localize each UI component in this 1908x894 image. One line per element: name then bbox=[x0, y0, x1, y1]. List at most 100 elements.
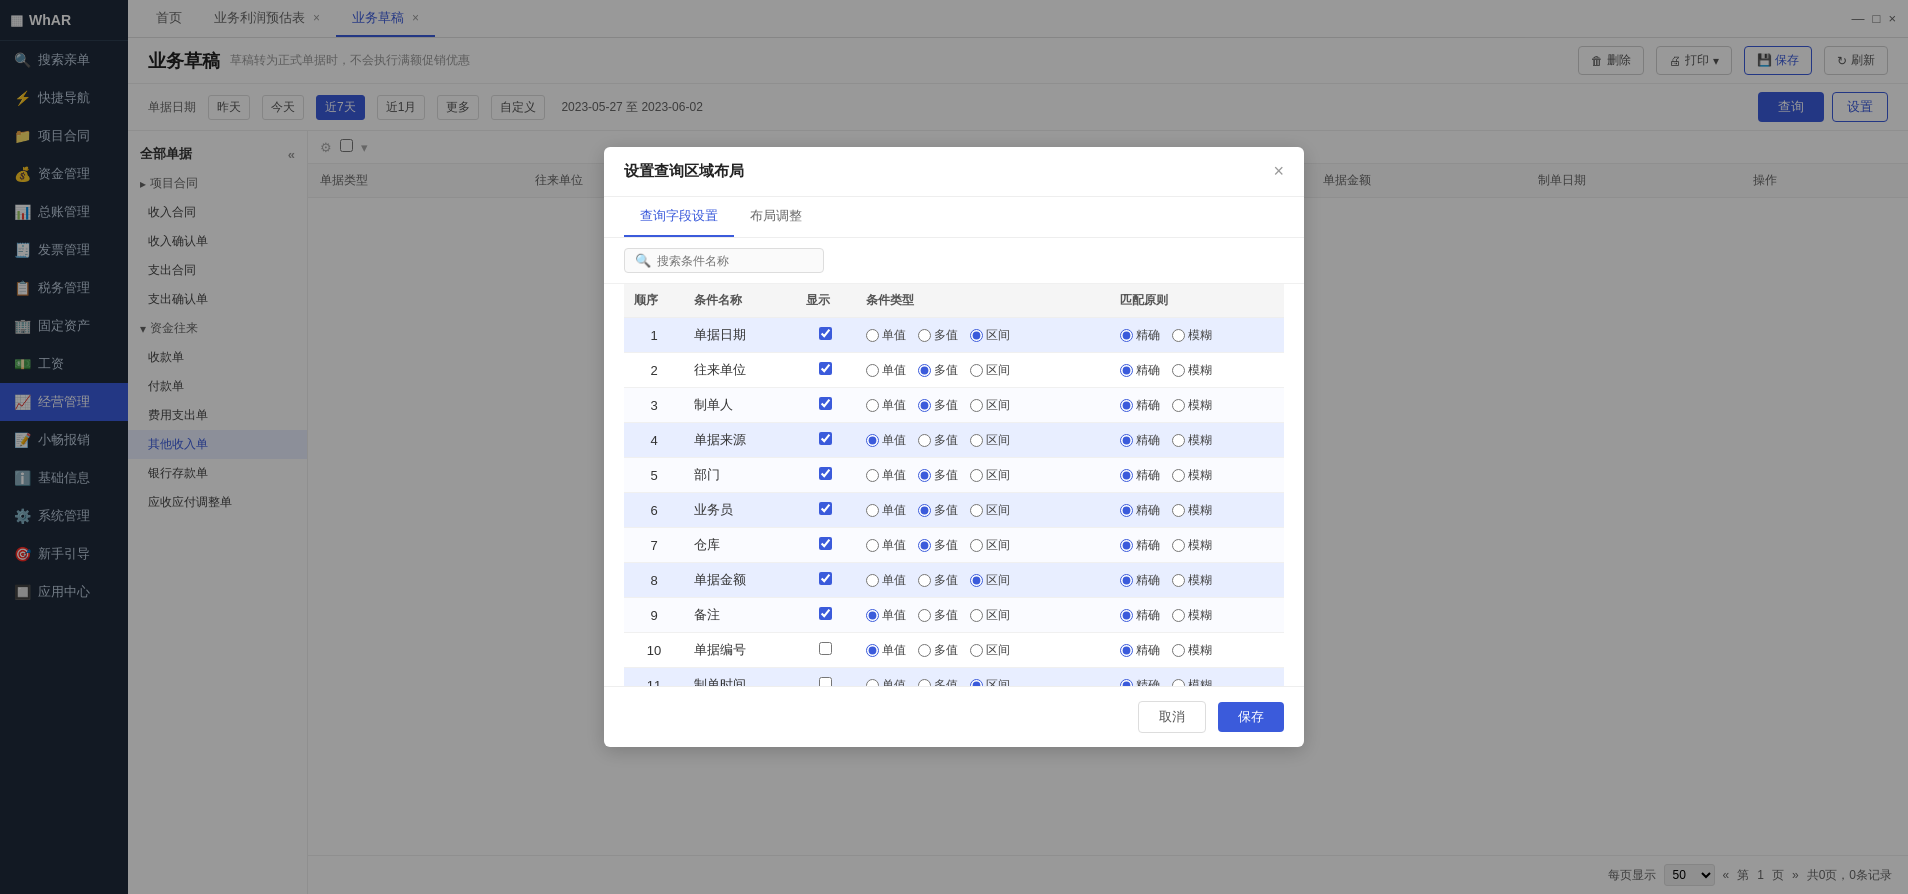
type-radio-区间[interactable]: 区间 bbox=[970, 502, 1010, 519]
match-radio-模糊[interactable]: 模糊 bbox=[1172, 642, 1212, 659]
save-button[interactable]: 保存 bbox=[1218, 702, 1284, 732]
type-radio-多值[interactable]: 多值 bbox=[918, 467, 958, 484]
cancel-button[interactable]: 取消 bbox=[1138, 701, 1206, 733]
type-radio-区间[interactable]: 区间 bbox=[970, 537, 1010, 554]
cell-show bbox=[796, 563, 856, 598]
type-radio-区间[interactable]: 区间 bbox=[970, 432, 1010, 449]
type-radio-单值[interactable]: 单值 bbox=[866, 572, 906, 589]
cell-order: 11 bbox=[624, 668, 684, 687]
table-row: 9备注单值多值区间精确模糊 bbox=[624, 598, 1284, 633]
match-radio-精确[interactable]: 精确 bbox=[1120, 607, 1160, 624]
table-row: 11制单时间 单值 多值 区间 精确 模糊 bbox=[624, 668, 1284, 687]
cell-show bbox=[796, 668, 856, 687]
match-radio-模糊[interactable]: 模糊 bbox=[1172, 397, 1212, 414]
match-radio-精确[interactable]: 精确 bbox=[1120, 327, 1160, 344]
show-checkbox[interactable] bbox=[819, 432, 832, 445]
th-type: 条件类型 bbox=[856, 284, 1110, 318]
type-radio-区间[interactable]: 区间 bbox=[970, 362, 1010, 379]
show-checkbox[interactable] bbox=[819, 572, 832, 585]
type-radio-单值[interactable]: 单值 bbox=[866, 467, 906, 484]
match-radio-精确[interactable]: 精确 bbox=[1120, 467, 1160, 484]
show-checkbox[interactable] bbox=[819, 327, 832, 340]
type-radio-区间[interactable]: 区间 bbox=[970, 327, 1010, 344]
type-radio-多值[interactable]: 多值 bbox=[918, 327, 958, 344]
cell-condition-name: 制单人 bbox=[684, 388, 796, 423]
type-radio-单值[interactable]: 单值 bbox=[866, 432, 906, 449]
match-radio-精确[interactable]: 精确 bbox=[1120, 642, 1160, 659]
show-checkbox[interactable] bbox=[819, 537, 832, 550]
match-radio-模糊[interactable]: 模糊 bbox=[1172, 607, 1212, 624]
match-radio-精确[interactable]: 精确 bbox=[1120, 397, 1160, 414]
dialog-tab-fields[interactable]: 查询字段设置 bbox=[624, 197, 734, 237]
match-radio-模糊[interactable]: 模糊 bbox=[1172, 432, 1212, 449]
match-radio-模糊[interactable]: 模糊 bbox=[1172, 502, 1212, 519]
type-radio-多值[interactable]: 多值 bbox=[918, 607, 958, 624]
type-radio-多值[interactable]: 多值 bbox=[918, 572, 958, 589]
match-radio-精确[interactable]: 精确 bbox=[1120, 502, 1160, 519]
cell-order: 6 bbox=[624, 493, 684, 528]
type-radio-多值[interactable]: 多值 bbox=[918, 677, 958, 687]
cell-order: 7 bbox=[624, 528, 684, 563]
type-radio-多值[interactable]: 多值 bbox=[918, 502, 958, 519]
type-radio-区间[interactable]: 区间 bbox=[970, 642, 1010, 659]
dialog-close-button[interactable]: × bbox=[1273, 161, 1284, 182]
show-checkbox[interactable] bbox=[819, 642, 832, 655]
show-checkbox[interactable] bbox=[819, 607, 832, 620]
table-row: 10单据编号单值多值区间精确模糊 bbox=[624, 633, 1284, 668]
type-radio-多值[interactable]: 多值 bbox=[918, 432, 958, 449]
match-radio-模糊[interactable]: 模糊 bbox=[1172, 572, 1212, 589]
match-radio-精确[interactable]: 精确 bbox=[1120, 432, 1160, 449]
type-radio-区间[interactable]: 区间 bbox=[970, 572, 1010, 589]
type-radio-区间[interactable]: 区间 bbox=[970, 397, 1010, 414]
show-checkbox[interactable] bbox=[819, 677, 832, 686]
cell-condition-name: 制单时间 bbox=[684, 668, 796, 687]
dialog-table-body: 1单据日期单值多值区间精确模糊2往来单位单值多值区间精确模糊3制单人单值多值区间… bbox=[624, 318, 1284, 687]
table-row: 1单据日期单值多值区间精确模糊 bbox=[624, 318, 1284, 353]
match-radio-模糊[interactable]: 模糊 bbox=[1172, 467, 1212, 484]
match-radio-模糊[interactable]: 模糊 bbox=[1172, 327, 1212, 344]
type-radio-单值[interactable]: 单值 bbox=[866, 642, 906, 659]
type-radio-单值[interactable]: 单值 bbox=[866, 502, 906, 519]
type-radio-区间[interactable]: 区间 bbox=[970, 467, 1010, 484]
match-radio-模糊[interactable]: 模糊 bbox=[1172, 362, 1212, 379]
dialog-header: 设置查询区域布局 × bbox=[604, 147, 1304, 197]
show-checkbox[interactable] bbox=[819, 362, 832, 375]
table-row: 4单据来源单值多值区间精确模糊 bbox=[624, 423, 1284, 458]
cell-order: 1 bbox=[624, 318, 684, 353]
cell-condition-name: 单据金额 bbox=[684, 563, 796, 598]
show-checkbox[interactable] bbox=[819, 467, 832, 480]
cell-order: 4 bbox=[624, 423, 684, 458]
type-radio-区间[interactable]: 区间 bbox=[970, 677, 1010, 687]
type-radio-多值[interactable]: 多值 bbox=[918, 362, 958, 379]
type-radio-单值[interactable]: 单值 bbox=[866, 677, 906, 687]
type-radio-单值[interactable]: 单值 bbox=[866, 607, 906, 624]
search-input[interactable] bbox=[657, 254, 807, 268]
match-radio-模糊[interactable]: 模糊 bbox=[1172, 677, 1212, 687]
type-radio-多值[interactable]: 多值 bbox=[918, 397, 958, 414]
table-row: 3制单人单值多值区间精确模糊 bbox=[624, 388, 1284, 423]
match-radio-精确[interactable]: 精确 bbox=[1120, 362, 1160, 379]
type-radio-单值[interactable]: 单值 bbox=[866, 397, 906, 414]
match-radio-精确[interactable]: 精确 bbox=[1120, 677, 1160, 687]
type-radio-单值[interactable]: 单值 bbox=[866, 362, 906, 379]
table-row: 6业务员单值多值区间精确模糊 bbox=[624, 493, 1284, 528]
type-radio-区间[interactable]: 区间 bbox=[970, 607, 1010, 624]
dialog-body: 查询字段设置 布局调整 🔍 顺序 条件名称 bbox=[604, 197, 1304, 686]
type-radio-单值[interactable]: 单值 bbox=[866, 537, 906, 554]
th-name: 条件名称 bbox=[684, 284, 796, 318]
match-radio-精确[interactable]: 精确 bbox=[1120, 572, 1160, 589]
type-radio-多值[interactable]: 多值 bbox=[918, 642, 958, 659]
match-radio-模糊[interactable]: 模糊 bbox=[1172, 537, 1212, 554]
dialog-footer: 取消 保存 bbox=[604, 686, 1304, 747]
search-icon: 🔍 bbox=[635, 253, 651, 268]
table-row: 7仓库单值多值区间精确模糊 bbox=[624, 528, 1284, 563]
type-radio-多值[interactable]: 多值 bbox=[918, 537, 958, 554]
show-checkbox[interactable] bbox=[819, 502, 832, 515]
dialog-tab-layout[interactable]: 布局调整 bbox=[734, 197, 818, 237]
dialog-search-area: 🔍 bbox=[604, 238, 1304, 284]
match-radio-精确[interactable]: 精确 bbox=[1120, 537, 1160, 554]
cell-condition-name: 往来单位 bbox=[684, 353, 796, 388]
type-radio-单值[interactable]: 单值 bbox=[866, 327, 906, 344]
cell-match: 精确模糊 bbox=[1110, 633, 1284, 668]
show-checkbox[interactable] bbox=[819, 397, 832, 410]
